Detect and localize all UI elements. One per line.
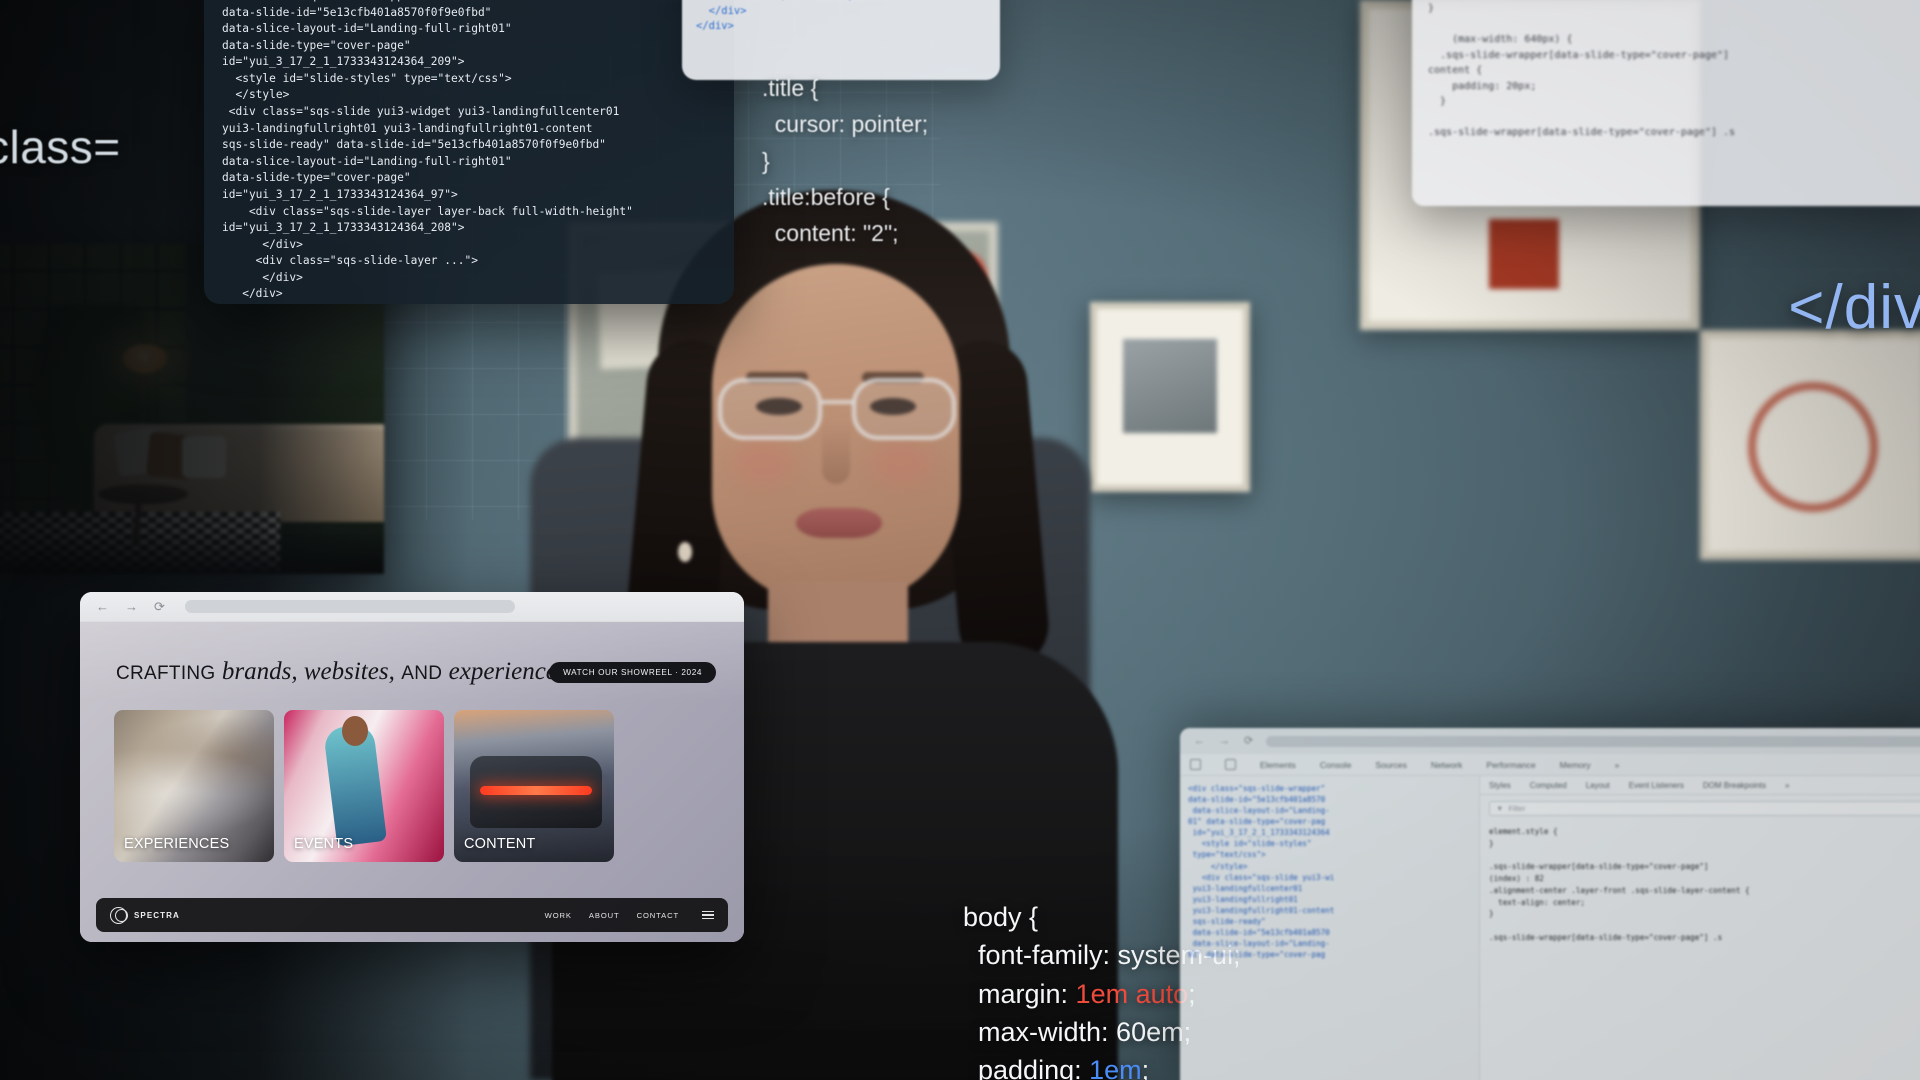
nav-link-work[interactable]: WORK	[545, 911, 572, 920]
brand-name: SPECTRA	[134, 910, 180, 920]
styles-tabs-overflow-icon[interactable]: »	[1785, 781, 1789, 790]
styles-tab-event-listeners[interactable]: Event Listeners	[1629, 781, 1684, 790]
tab-network[interactable]: Network	[1431, 760, 1463, 770]
category-cards: EXPERIENCES EVENTS CONTENT	[114, 710, 614, 862]
devtools-browser-chrome: ← → ⟳	[1180, 728, 1920, 754]
watch-showreel-button[interactable]: WATCH OUR SHOWREEL · 2024	[549, 662, 716, 683]
body-css-padding-semicolon: ;	[1141, 1055, 1150, 1080]
styles-panel-tab-bar: Styles Computed Layout Event Listeners D…	[1480, 776, 1920, 795]
browser-chrome: ← → ⟳	[80, 592, 744, 622]
card-label-content: CONTENT	[464, 836, 536, 852]
devtools-main-area: <div class="sqs-slide-wrapper" data-slid…	[1180, 776, 1920, 1080]
styles-filter-placeholder: Filter	[1508, 804, 1526, 813]
styles-filter-input[interactable]: ▼ Filter	[1489, 801, 1920, 816]
tabs-overflow-icon[interactable]: »	[1615, 760, 1620, 770]
headline-word-brands-websites: brands, websites,	[221, 658, 395, 685]
tab-performance[interactable]: Performance	[1486, 760, 1535, 770]
devtools-window[interactable]: ← → ⟳ Elements Console Sources Network P…	[1180, 728, 1920, 1080]
body-css-padding-prop: padding:	[963, 1055, 1090, 1080]
wall-frame-left	[1090, 302, 1250, 492]
hero-headline: CRAFTING brands, websites, AND experienc…	[116, 658, 567, 686]
media-query-css-panel: slide-layer.full-width-height > .sqs-sli…	[1412, 0, 1920, 206]
card-label-events: EVENTS	[294, 836, 354, 852]
card-label-experiences: EXPERIENCES	[124, 836, 230, 852]
nav-link-contact[interactable]: CONTACT	[637, 911, 679, 920]
devtools-forward-icon[interactable]: →	[1219, 735, 1230, 747]
card-experiences[interactable]: EXPERIENCES	[114, 710, 274, 862]
site-nav-links: WORK ABOUT CONTACT	[545, 911, 714, 920]
hamburger-menu-icon[interactable]	[702, 910, 714, 920]
site-navigation-bar: SPECTRA WORK ABOUT CONTACT	[96, 898, 728, 932]
spectra-mark-icon	[110, 906, 128, 924]
wall-frame-right	[1700, 330, 1920, 560]
tab-elements[interactable]: Elements	[1260, 760, 1296, 770]
card-events[interactable]: EVENTS	[284, 710, 444, 862]
website-viewport: CRAFTING brands, websites, AND experienc…	[80, 622, 744, 942]
styles-tab-dom-breakpoints[interactable]: DOM Breakpoints	[1703, 781, 1766, 790]
html-code-panel: <div class="sqs-slide-wrapper" data-slid…	[204, 0, 734, 304]
dom-tree-panel[interactable]: <div class="sqs-slide-wrapper" data-slid…	[1180, 776, 1480, 1080]
devtools-back-icon[interactable]: ←	[1194, 735, 1205, 747]
styles-tab-layout[interactable]: Layout	[1586, 781, 1610, 790]
closing-div-text: </div	[1788, 273, 1920, 342]
tab-console[interactable]: Console	[1320, 760, 1352, 770]
address-bar[interactable]	[184, 600, 515, 613]
reload-icon[interactable]: ⟳	[154, 600, 165, 613]
css-rules-list[interactable]: element.style { } .sqs-slide-wrapper[dat…	[1480, 822, 1920, 948]
tab-memory[interactable]: Memory	[1560, 760, 1591, 770]
title-css-overlay: .title { cursor: pointer; } .title:befor…	[762, 75, 929, 247]
funnel-icon: ▼	[1496, 804, 1504, 813]
devtools-reload-icon[interactable]: ⟳	[1244, 735, 1253, 747]
headline-word-crafting: CRAFTING	[116, 663, 216, 684]
device-toolbar-icon[interactable]	[1225, 759, 1236, 770]
body-css-margin-value: 1em auto	[1075, 978, 1189, 1009]
body-css-padding-value: 1em	[1089, 1055, 1142, 1080]
inspect-element-icon[interactable]	[1190, 759, 1201, 770]
body-css-line-1: body {	[963, 902, 1039, 932]
body-css-margin-prop: margin:	[963, 978, 1076, 1009]
nav-link-about[interactable]: ABOUT	[589, 911, 620, 920]
tab-sources[interactable]: Sources	[1375, 760, 1407, 770]
body-css-maxwidth-prop: max-width:	[963, 1016, 1117, 1047]
html-snippet-panel: </div> <div class="sqs-slide-layer ...">…	[682, 0, 1000, 80]
styles-tab-computed[interactable]: Computed	[1530, 781, 1567, 790]
body-css-font-family-prop: font-family:	[963, 940, 1118, 971]
brand-logo[interactable]: SPECTRA	[110, 906, 180, 924]
browser-window[interactable]: ← → ⟳ CRAFTING brands, websites, AND exp…	[80, 592, 744, 942]
styles-tab-styles[interactable]: Styles	[1489, 781, 1511, 790]
back-icon[interactable]: ←	[96, 600, 109, 613]
forward-icon[interactable]: →	[125, 600, 138, 613]
card-content[interactable]: CONTENT	[454, 710, 614, 862]
devtools-address-bar[interactable]	[1266, 735, 1920, 747]
devtools-tab-bar: Elements Console Sources Network Perform…	[1180, 754, 1920, 776]
styles-panel: Styles Computed Layout Event Listeners D…	[1480, 776, 1920, 1080]
headline-word-and: AND	[401, 663, 443, 684]
class-attribute-text: class=	[0, 121, 121, 173]
